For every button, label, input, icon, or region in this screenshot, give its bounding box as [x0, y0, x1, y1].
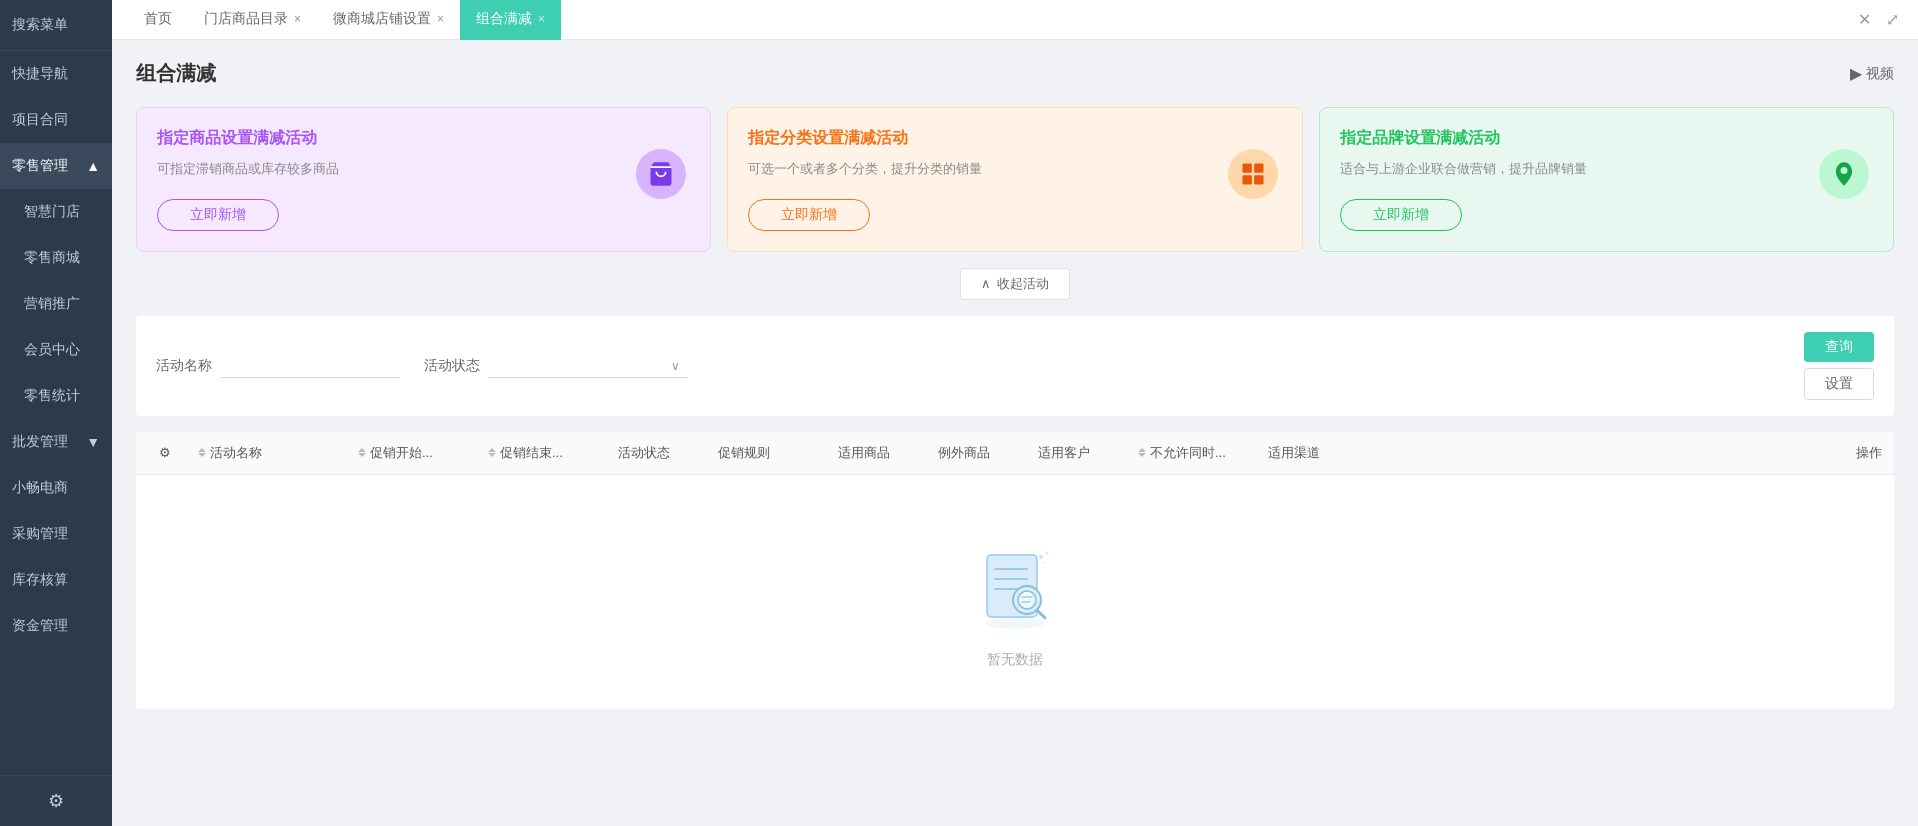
sidebar-item-project-contract[interactable]: 项目合同	[0, 97, 112, 143]
brand-activity-card: 指定品牌设置满减活动 适合与上游企业联合做营销，提升品牌销量 立即新增	[1319, 107, 1894, 252]
activity-cards: 指定商品设置满减活动 可指定滞销商品或库存较多商品 立即新增 指定分类设置满减活…	[136, 107, 1894, 252]
maximize-window-button[interactable]: ⤢	[1882, 10, 1902, 30]
th-name[interactable]: 活动名称	[190, 432, 350, 474]
filter-settings-button[interactable]: 设置	[1804, 368, 1874, 400]
goods-card-add-button[interactable]: 立即新增	[157, 199, 279, 231]
filter-name-input[interactable]	[220, 353, 400, 378]
sort-icon	[198, 448, 206, 457]
video-link[interactable]: ▶ 视频	[1850, 64, 1894, 83]
settings-icon: ⚙	[159, 445, 171, 460]
page-content: 组合满减 ▶ 视频 指定商品设置满减活动 可指定滞销商品或库存较多商品 立即新增	[112, 40, 1918, 826]
category-card-desc: 可选一个或者多个分类，提升分类的销量	[748, 159, 1281, 179]
sidebar-item-retail-management[interactable]: 零售管理 ▲	[0, 143, 112, 189]
svg-rect-3	[1242, 175, 1251, 184]
chevron-up-icon: ▲	[86, 158, 100, 174]
sidebar-item-marketing[interactable]: 营销推广	[0, 281, 112, 327]
chevron-down-icon: ▼	[86, 434, 100, 450]
th-action: 操作	[1360, 432, 1890, 474]
category-activity-card: 指定分类设置满减活动 可选一个或者多个分类，提升分类的销量 立即新增	[727, 107, 1302, 252]
brand-card-title: 指定品牌设置满减活动	[1340, 128, 1873, 149]
sort-icon	[358, 448, 366, 457]
sidebar: 搜索菜单 快捷导航 项目合同 零售管理 ▲ 智慧门店 零售商城 营销推广 会员中…	[0, 0, 112, 826]
sidebar-item-wholesale[interactable]: 批发管理 ▼	[0, 419, 112, 465]
table-header: ⚙ 活动名称 促销开始...	[136, 432, 1894, 475]
goods-activity-card: 指定商品设置满减活动 可指定滞销商品或库存较多商品 立即新增	[136, 107, 711, 252]
gear-icon: ⚙	[48, 790, 64, 812]
category-card-add-button[interactable]: 立即新增	[748, 199, 870, 231]
svg-rect-2	[1254, 164, 1263, 173]
th-conflict[interactable]: 不允许同时...	[1130, 432, 1260, 474]
sidebar-item-xiaoyang[interactable]: 小畅电商	[0, 465, 112, 511]
svg-rect-4	[1254, 175, 1263, 184]
brand-card-desc: 适合与上游企业联合做营销，提升品牌销量	[1340, 159, 1873, 179]
sort-icon	[1138, 448, 1146, 457]
sort-icon	[488, 448, 496, 457]
empty-text: 暂无数据	[987, 651, 1043, 669]
window-controls: ✕ ⤢	[1854, 10, 1902, 30]
main-content: 首页 门店商品目录 × 微商城店铺设置 × 组合满减 × ✕ ⤢ 组合满减 ▶ …	[112, 0, 1918, 826]
sidebar-item-smart-store[interactable]: 智慧门店	[0, 189, 112, 235]
brand-card-icon	[1819, 149, 1869, 199]
brand-card-add-button[interactable]: 立即新增	[1340, 199, 1462, 231]
settings-button[interactable]: ⚙	[0, 775, 112, 826]
sidebar-item-retail-mall[interactable]: 零售商城	[0, 235, 112, 281]
svg-point-16	[1039, 555, 1043, 559]
filter-actions: 查询 设置	[1804, 332, 1874, 400]
collapse-activities-button[interactable]: ∧ 收起活动	[960, 268, 1070, 300]
tab-close-store-catalog[interactable]: ×	[294, 12, 301, 26]
goods-card-desc: 可指定滞销商品或库存较多商品	[157, 159, 690, 179]
tab-combo-discount[interactable]: 组合满减 ×	[460, 0, 561, 40]
page-header: 组合满减 ▶ 视频	[136, 60, 1894, 87]
sidebar-search[interactable]: 搜索菜单	[0, 0, 112, 51]
th-settings[interactable]: ⚙	[140, 433, 190, 472]
tab-close-combo-discount[interactable]: ×	[538, 12, 545, 26]
filter-name-label: 活动名称	[156, 357, 212, 375]
page-title: 组合满减	[136, 60, 216, 87]
goods-card-icon	[636, 149, 686, 199]
activities-table: ⚙ 活动名称 促销开始...	[136, 432, 1894, 709]
sidebar-item-member-center[interactable]: 会员中心	[0, 327, 112, 373]
sidebar-item-retail-stats[interactable]: 零售统计	[0, 373, 112, 419]
collapse-bar: ∧ 收起活动	[136, 268, 1894, 300]
sidebar-item-purchase[interactable]: 采购管理	[0, 511, 112, 557]
th-end[interactable]: 促销结束...	[480, 432, 610, 474]
th-rule: 促销规则	[710, 432, 830, 474]
filter-name-item: 活动名称	[156, 353, 400, 378]
th-exception: 例外商品	[930, 432, 1030, 474]
sidebar-item-finance[interactable]: 资金管理	[0, 603, 112, 649]
close-window-button[interactable]: ✕	[1854, 10, 1874, 30]
th-status: 活动状态	[610, 432, 710, 474]
th-customer: 适用客户	[1030, 432, 1130, 474]
tab-close-wechat-store[interactable]: ×	[437, 12, 444, 26]
th-start[interactable]: 促销开始...	[350, 432, 480, 474]
filter-status-select-wrap: ∨	[488, 353, 688, 378]
empty-state: 暂无数据	[136, 475, 1894, 709]
th-goods: 适用商品	[830, 432, 930, 474]
tab-store-catalog[interactable]: 门店商品目录 ×	[188, 0, 317, 40]
th-channel: 适用渠道	[1260, 432, 1360, 474]
chevron-up-icon: ∧	[981, 276, 991, 291]
filter-bar: 活动名称 活动状态 ∨ 查询 设置	[136, 316, 1894, 416]
tab-home[interactable]: 首页	[128, 0, 188, 40]
category-card-title: 指定分类设置满减活动	[748, 128, 1281, 149]
tab-wechat-store[interactable]: 微商城店铺设置 ×	[317, 0, 460, 40]
goods-card-title: 指定商品设置满减活动	[157, 128, 690, 149]
empty-illustration	[965, 535, 1065, 635]
category-card-icon	[1228, 149, 1278, 199]
filter-status-item: 活动状态 ∨	[424, 353, 688, 378]
svg-point-12	[1018, 591, 1036, 609]
play-circle-icon: ▶	[1850, 64, 1862, 83]
svg-point-17	[1046, 551, 1049, 554]
sidebar-item-inventory[interactable]: 库存核算	[0, 557, 112, 603]
filter-status-input[interactable]	[488, 353, 688, 378]
filter-status-label: 活动状态	[424, 357, 480, 375]
svg-point-5	[985, 617, 1045, 629]
query-button[interactable]: 查询	[1804, 332, 1874, 362]
sidebar-item-quick-nav[interactable]: 快捷导航	[0, 51, 112, 97]
svg-rect-1	[1242, 164, 1251, 173]
tab-bar: 首页 门店商品目录 × 微商城店铺设置 × 组合满减 × ✕ ⤢	[112, 0, 1918, 40]
svg-line-13	[1037, 610, 1045, 618]
svg-point-18	[1044, 562, 1046, 564]
